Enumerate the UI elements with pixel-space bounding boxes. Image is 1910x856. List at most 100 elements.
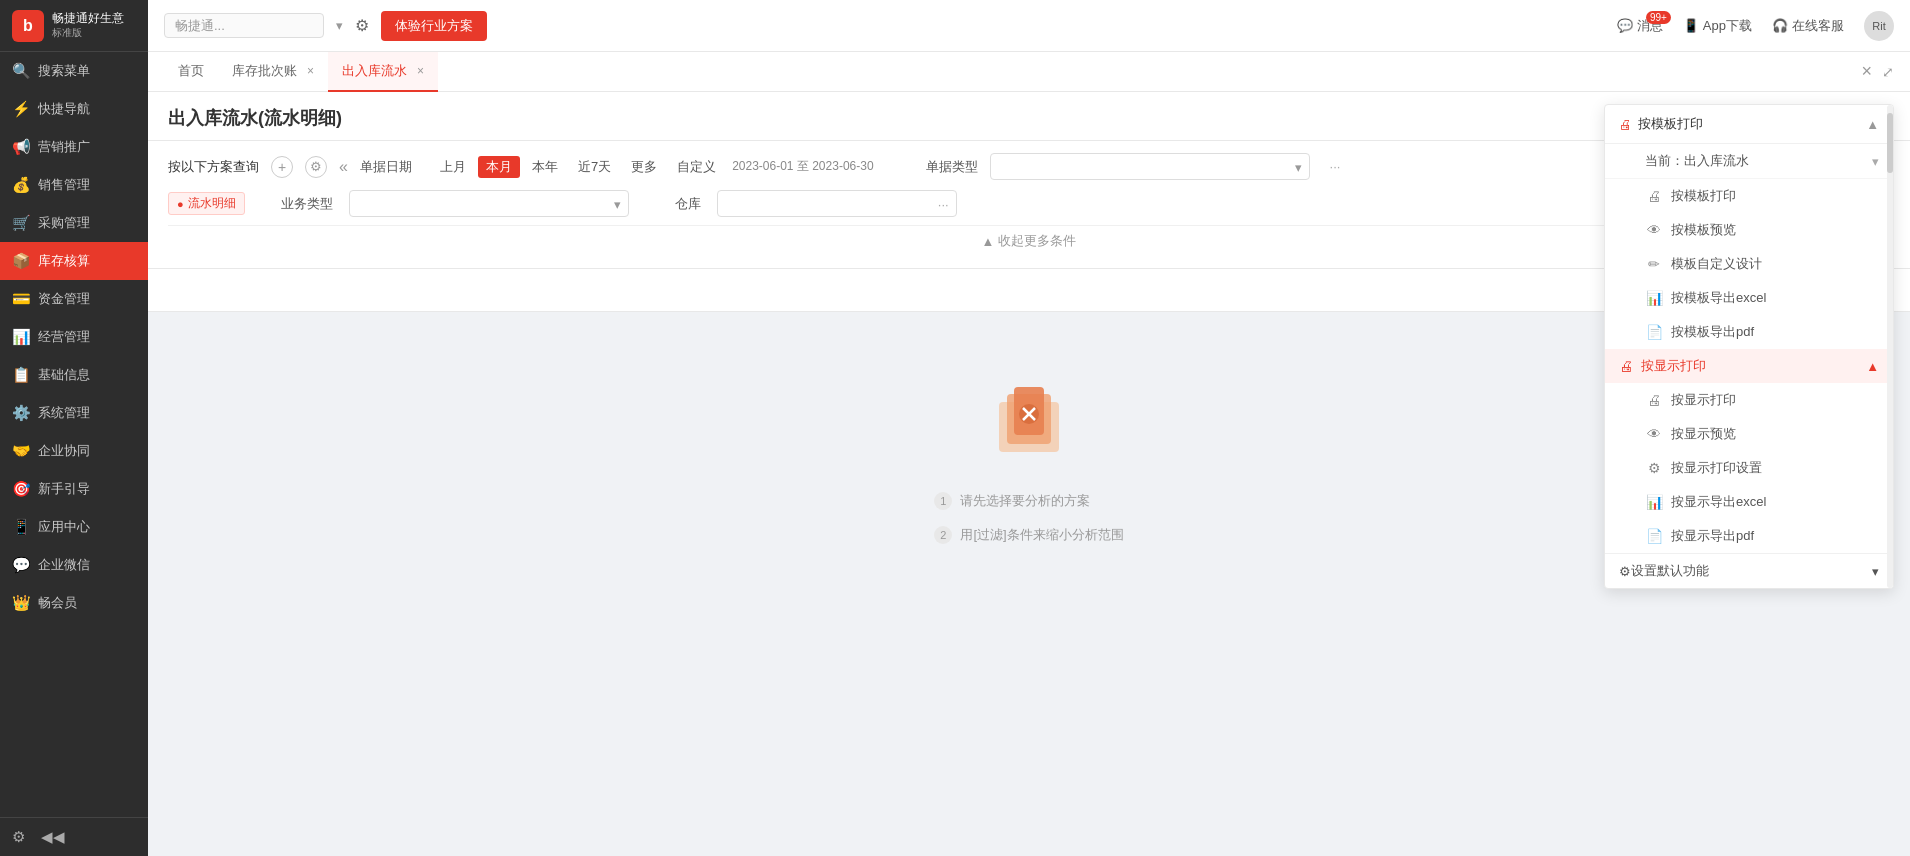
wechat-icon: 💬: [12, 556, 30, 574]
current-label-text: 当前：出入库流水: [1645, 152, 1749, 170]
date-year-btn[interactable]: 本年: [524, 156, 566, 178]
sidebar-search[interactable]: 🔍 搜索菜单: [0, 52, 148, 90]
date-more-btn[interactable]: 更多: [623, 156, 665, 178]
tab-inventory-batch-close[interactable]: ×: [307, 64, 314, 78]
bill-type-select-wrap: ▾: [990, 153, 1310, 180]
date-label: 单据日期: [360, 158, 420, 176]
preview-display-icon: 👁: [1645, 425, 1663, 443]
warehouse-input[interactable]: [717, 190, 957, 217]
tab-inventory-batch[interactable]: 库存批次账 ×: [218, 52, 328, 92]
sidebar-item-member[interactable]: 👑 畅会员: [0, 584, 148, 622]
business-type-select[interactable]: [349, 190, 629, 217]
dropdown-item-export-excel-template[interactable]: 📊 按模板导出excel: [1605, 281, 1893, 315]
headset-icon: 🎧: [1772, 18, 1788, 33]
sidebar-item-wechat[interactable]: 💬 企业微信: [0, 546, 148, 584]
trial-solution-button[interactable]: 体验行业方案: [381, 11, 487, 41]
dropdown-scrollbar[interactable]: [1887, 105, 1893, 588]
sidebar-item-operations[interactable]: 📊 经营管理: [0, 318, 148, 356]
display-section-chevron-icon: ▲: [1866, 359, 1879, 374]
sidebar-item-inventory[interactable]: 📦 库存核算: [0, 242, 148, 280]
sidebar: b 畅捷通好生意 标准版 🔍 搜索菜单 ⚡ 快捷导航 📢 营销推广 💰 销售管理…: [0, 0, 148, 856]
marketing-icon: 📢: [12, 138, 30, 156]
topbar-search-input[interactable]: [164, 13, 324, 38]
empty-hints: 1 请先选择要分析的方案 2 用[过滤]条件来缩小分析范围: [934, 488, 1123, 548]
dropdown-footer-default[interactable]: ⚙ 设置默认功能 ▾: [1605, 553, 1893, 588]
current-chevron-icon: ▾: [1872, 154, 1879, 169]
topbar-gear-icon[interactable]: ⚙: [355, 16, 369, 35]
app-logo-icon: b: [12, 10, 44, 42]
hint-item-1: 1 请先选择要分析的方案: [934, 488, 1123, 514]
sidebar-item-finance[interactable]: 💳 资金管理: [0, 280, 148, 318]
dropdown-item-custom-design[interactable]: ✏ 模板自定义设计: [1605, 247, 1893, 281]
app-center-icon: 📱: [12, 518, 30, 536]
dropdown-item-preview-template[interactable]: 👁 按模板预览: [1605, 213, 1893, 247]
dropdown-sub-item-export-excel-display[interactable]: 📊 按显示导出excel: [1605, 485, 1893, 519]
topbar-chevron-icon[interactable]: ▾: [336, 18, 343, 33]
quick-nav-icon: ⚡: [12, 100, 30, 118]
app-download-link[interactable]: 📱 App下载: [1683, 17, 1752, 35]
flow-detail-tag: ● 流水明细: [168, 192, 245, 215]
preview-template-icon: 👁: [1645, 221, 1663, 239]
bill-type-more-icon[interactable]: ···: [1330, 159, 1341, 174]
date-prev-month-btn[interactable]: 上月: [432, 156, 474, 178]
sidebar-item-app-center[interactable]: 📱 应用中心: [0, 508, 148, 546]
footer-chevron-icon: ▾: [1872, 564, 1879, 579]
sidebar-item-system[interactable]: ⚙️ 系统管理: [0, 394, 148, 432]
dropdown-item-print-template[interactable]: 🖨 按模板打印: [1605, 179, 1893, 213]
filter-collapse-icon[interactable]: «: [339, 158, 348, 176]
sidebar-item-marketing[interactable]: 📢 营销推广: [0, 128, 148, 166]
dropdown-sub-item-print-settings[interactable]: ⚙ 按显示打印设置: [1605, 451, 1893, 485]
sidebar-item-purchase[interactable]: 🛒 采购管理: [0, 204, 148, 242]
enterprise-icon: 🤝: [12, 442, 30, 460]
topbar: ▾ ⚙ 体验行业方案 💬 消息 99+ 📱 App下载 🎧 在线客服 Rit: [148, 0, 1910, 52]
sidebar-item-quick-nav[interactable]: ⚡ 快捷导航: [0, 90, 148, 128]
bill-type-select[interactable]: [990, 153, 1310, 180]
tab-stock-flow-close[interactable]: ×: [417, 64, 424, 78]
print-template-icon: 🖨: [1645, 187, 1663, 205]
date-custom-btn[interactable]: 自定义: [669, 156, 724, 178]
window-close-icon[interactable]: ×: [1861, 61, 1872, 82]
search-icon: 🔍: [12, 62, 30, 80]
sidebar-logo: b 畅捷通好生意 标准版: [0, 0, 148, 52]
date-7days-btn[interactable]: 近7天: [570, 156, 619, 178]
guide-icon: 🎯: [12, 480, 30, 498]
basic-icon: 📋: [12, 366, 30, 384]
sidebar-item-basic[interactable]: 📋 基础信息: [0, 356, 148, 394]
business-type-label: 业务类型: [281, 195, 333, 213]
export-pdf-template-icon: 📄: [1645, 323, 1663, 341]
dropdown-item-export-pdf-template[interactable]: 📄 按模板导出pdf: [1605, 315, 1893, 349]
export-pdf-display-icon: 📄: [1645, 527, 1663, 545]
date-current-month-btn[interactable]: 本月: [478, 156, 520, 178]
custom-design-icon: ✏: [1645, 255, 1663, 273]
window-expand-icon[interactable]: ⤢: [1882, 64, 1894, 80]
tab-stock-flow[interactable]: 出入库流水 ×: [328, 52, 438, 92]
collapse-up-icon: ▲: [982, 234, 995, 249]
filter-add-button[interactable]: +: [271, 156, 293, 178]
dropdown-header: 🖨 按模板打印 ▲: [1605, 105, 1893, 144]
business-type-select-wrap: ▾: [349, 190, 629, 217]
dropdown-sub-item-export-pdf-display[interactable]: 📄 按显示导出pdf: [1605, 519, 1893, 553]
customer-service-link[interactable]: 🎧 在线客服: [1772, 17, 1844, 35]
hint-num-1: 1: [934, 492, 952, 510]
sidebar-item-enterprise[interactable]: 🤝 企业协同: [0, 432, 148, 470]
collapse-sidebar-icon[interactable]: ◀◀: [41, 828, 65, 846]
dropdown-sub-item-print-display[interactable]: 🖨 按显示打印: [1605, 383, 1893, 417]
display-print-section-icon: 🖨: [1619, 358, 1633, 374]
settings-bottom-icon[interactable]: ⚙: [12, 828, 25, 846]
system-icon: ⚙️: [12, 404, 30, 422]
dropdown-header-chevron-icon[interactable]: ▲: [1866, 117, 1879, 132]
sidebar-item-sales[interactable]: 💰 销售管理: [0, 166, 148, 204]
filter-settings-button[interactable]: ⚙: [305, 156, 327, 178]
warehouse-more-icon[interactable]: ···: [938, 196, 949, 211]
sidebar-item-guide[interactable]: 🎯 新手引导: [0, 470, 148, 508]
export-excel-template-icon: 📊: [1645, 289, 1663, 307]
message-badge[interactable]: 💬 消息 99+: [1617, 17, 1663, 35]
hint-num-2: 2: [934, 526, 952, 544]
tab-bar: 首页 库存批次账 × 出入库流水 × × ⤢: [148, 52, 1910, 92]
dropdown-header-title: 🖨 按模板打印: [1619, 115, 1703, 133]
dropdown-sub-item-preview-display[interactable]: 👁 按显示预览: [1605, 417, 1893, 451]
warehouse-label: 仓库: [675, 195, 701, 213]
tab-home[interactable]: 首页: [164, 52, 218, 92]
user-avatar[interactable]: Rit: [1864, 11, 1894, 41]
dropdown-section-display-print[interactable]: 🖨 按显示打印 ▲: [1605, 349, 1893, 383]
